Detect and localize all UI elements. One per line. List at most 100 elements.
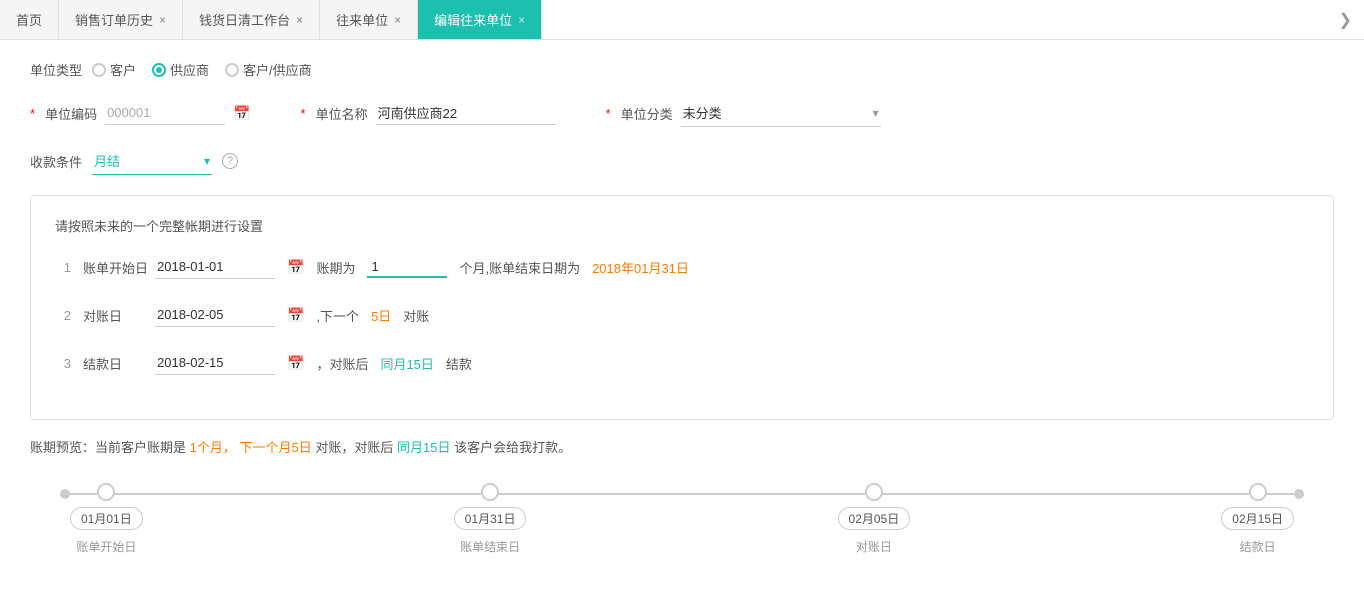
preview-part3: 同月15日 xyxy=(397,440,450,455)
tab-bar: 首页 销售订单历史 × 钱货日清工作台 × 往来单位 × 编辑往来单位 × ❯ xyxy=(0,0,1364,40)
payment-condition-help-icon[interactable]: ? xyxy=(222,153,238,169)
period-end-date-display: 2018年01月31日 xyxy=(592,258,689,277)
unit-name-group: * 单位名称 xyxy=(301,101,556,125)
preview-suffix: 该客户会给我打款。 xyxy=(454,440,571,455)
unit-type-radio-group: 客户 供应商 客户/供应商 xyxy=(92,60,312,79)
timeline-node-4-date: 02月15日 xyxy=(1221,507,1294,530)
period-settings-box: 请按照未来的一个完整帐期进行设置 1 账单开始日 📅 账期为 个月,账单结束日期… xyxy=(30,195,1334,420)
radio-both[interactable]: 客户/供应商 xyxy=(225,60,312,79)
unit-category-select[interactable]: 未分类 ▾ xyxy=(681,99,881,127)
period-num-3: 3 xyxy=(55,356,71,371)
preview-prefix: 账期预览：当前客户账期是 xyxy=(30,440,186,455)
timeline-node-1-circle xyxy=(97,483,115,501)
period-payment-calendar-icon[interactable]: 📅 xyxy=(287,355,304,372)
period-row-1: 1 账单开始日 📅 账期为 个月,账单结束日期为 2018年01月31日 xyxy=(55,255,1309,279)
unit-type-row: 单位类型 客户 供应商 客户/供应商 xyxy=(30,60,1334,79)
unit-name-label: 单位名称 xyxy=(316,104,368,123)
tab-partners-close-icon[interactable]: × xyxy=(394,13,401,27)
period-start-calendar-icon[interactable]: 📅 xyxy=(287,259,304,276)
unit-category-value: 未分类 xyxy=(683,103,869,122)
period-suffix-2b: 对账 xyxy=(403,306,429,325)
tab-sales-close-icon[interactable]: × xyxy=(159,13,166,27)
unit-code-input[interactable] xyxy=(105,101,225,125)
timeline-node-1-date: 01月01日 xyxy=(70,507,143,530)
timeline-node-1: 01月01日 账单开始日 xyxy=(70,483,143,555)
preview-section: 账期预览：当前客户账期是 1个月， 下一个月5日 对账，对账后 同月15日 该客… xyxy=(30,436,1334,459)
tab-edit-partner[interactable]: 编辑往来单位 × xyxy=(418,0,542,39)
timeline-node-3-date: 02月05日 xyxy=(838,507,911,530)
unit-category-label: 单位分类 xyxy=(621,104,673,123)
content-area: 单位类型 客户 供应商 客户/供应商 * 单位编码 📅 * 单位名称 xyxy=(0,40,1364,608)
tab-sales-label: 销售订单历史 xyxy=(75,10,153,29)
radio-both-circle xyxy=(225,63,239,77)
unit-code-group: * 单位编码 📅 xyxy=(30,101,251,125)
period-num-1: 1 xyxy=(55,260,71,275)
period-suffix-after-1: 个月,账单结束日期为 xyxy=(459,258,580,277)
timeline-start-dot xyxy=(60,489,70,499)
radio-customer[interactable]: 客户 xyxy=(92,60,136,79)
timeline-end-dot xyxy=(1294,489,1304,499)
period-label-3: 结款日 xyxy=(83,354,143,373)
unit-code-calendar-icon[interactable]: 📅 xyxy=(233,105,250,122)
period-suffix-3b: 结款 xyxy=(446,354,472,373)
payment-condition-select[interactable]: 月结 ▾ xyxy=(92,147,212,175)
period-title: 请按照未来的一个完整帐期进行设置 xyxy=(55,216,1309,235)
timeline-nodes: 01月01日 账单开始日 01月31日 账单结束日 02月05日 对账日 02月… xyxy=(70,483,1294,555)
radio-supplier[interactable]: 供应商 xyxy=(152,60,209,79)
period-label-1: 账单开始日 xyxy=(83,258,143,277)
timeline-node-2-date: 01月31日 xyxy=(454,507,527,530)
period-suffix-3a: ，对账后 xyxy=(316,354,368,373)
timeline-node-4-label: 结款日 xyxy=(1240,538,1276,555)
period-suffix-2a: ,下一个 xyxy=(316,306,359,325)
radio-supplier-label: 供应商 xyxy=(170,60,209,79)
period-payment-date-input[interactable] xyxy=(155,351,275,375)
unit-category-arrow-icon: ▾ xyxy=(873,106,879,120)
timeline-node-2: 01月31日 账单结束日 xyxy=(454,483,527,555)
unit-name-star: * xyxy=(301,106,306,121)
tab-edit-partner-close-icon[interactable]: × xyxy=(518,13,525,27)
timeline-node-3: 02月05日 对账日 xyxy=(838,483,911,555)
period-row-2: 2 对账日 📅 ,下一个 5日 对账 xyxy=(55,303,1309,327)
period-suffix-before-1: 账期为 xyxy=(316,258,355,277)
period-row-3: 3 结款日 📅 ，对账后 同月15日 结款 xyxy=(55,351,1309,375)
radio-customer-label: 客户 xyxy=(110,60,136,79)
tab-partners-label: 往来单位 xyxy=(336,10,388,29)
unit-category-star: * xyxy=(606,106,611,121)
tab-sales-order-history[interactable]: 销售订单历史 × xyxy=(59,0,183,39)
tab-cash-daily[interactable]: 钱货日清工作台 × xyxy=(183,0,320,39)
radio-supplier-circle xyxy=(152,63,166,77)
timeline-node-3-label: 对账日 xyxy=(856,538,892,555)
period-label-2: 对账日 xyxy=(83,306,143,325)
tab-cash-close-icon[interactable]: × xyxy=(296,13,303,27)
radio-both-label: 客户/供应商 xyxy=(243,60,312,79)
unit-code-star: * xyxy=(30,106,35,121)
timeline-node-2-circle xyxy=(481,483,499,501)
tab-partners[interactable]: 往来单位 × xyxy=(320,0,418,39)
radio-customer-circle xyxy=(92,63,106,77)
timeline-node-2-label: 账单结束日 xyxy=(460,538,520,555)
tab-expand-button[interactable]: ❯ xyxy=(1327,0,1364,39)
timeline-node-3-circle xyxy=(865,483,883,501)
unit-category-group: * 单位分类 未分类 ▾ xyxy=(606,99,881,127)
timeline-node-1-label: 账单开始日 xyxy=(76,538,136,555)
payment-condition-value: 月结 xyxy=(94,151,200,170)
period-reconcile-date-input[interactable] xyxy=(155,303,275,327)
unit-name-input[interactable] xyxy=(376,101,556,125)
tab-home[interactable]: 首页 xyxy=(0,0,59,39)
payment-condition-arrow-icon: ▾ xyxy=(204,154,210,168)
preview-part1: 1个月， xyxy=(190,440,236,455)
preview-middle: 对账，对账后 xyxy=(315,440,393,455)
timeline-node-4-circle xyxy=(1249,483,1267,501)
unit-code-row: * 单位编码 📅 * 单位名称 * 单位分类 未分类 ▾ xyxy=(30,99,1334,127)
period-reconcile-highlight: 5日 xyxy=(371,306,391,325)
period-start-date-input[interactable] xyxy=(155,255,275,279)
period-reconcile-calendar-icon[interactable]: 📅 xyxy=(287,307,304,324)
payment-condition-row: 收款条件 月结 ▾ ? xyxy=(30,147,1334,175)
timeline-node-4: 02月15日 结款日 xyxy=(1221,483,1294,555)
tab-home-label: 首页 xyxy=(16,10,42,29)
timeline-wrapper: 01月01日 账单开始日 01月31日 账单结束日 02月05日 对账日 02月… xyxy=(30,483,1334,555)
period-month-input[interactable] xyxy=(367,257,447,278)
payment-condition-label: 收款条件 xyxy=(30,152,82,171)
tab-edit-partner-label: 编辑往来单位 xyxy=(434,10,512,29)
unit-code-label: 单位编码 xyxy=(45,104,97,123)
